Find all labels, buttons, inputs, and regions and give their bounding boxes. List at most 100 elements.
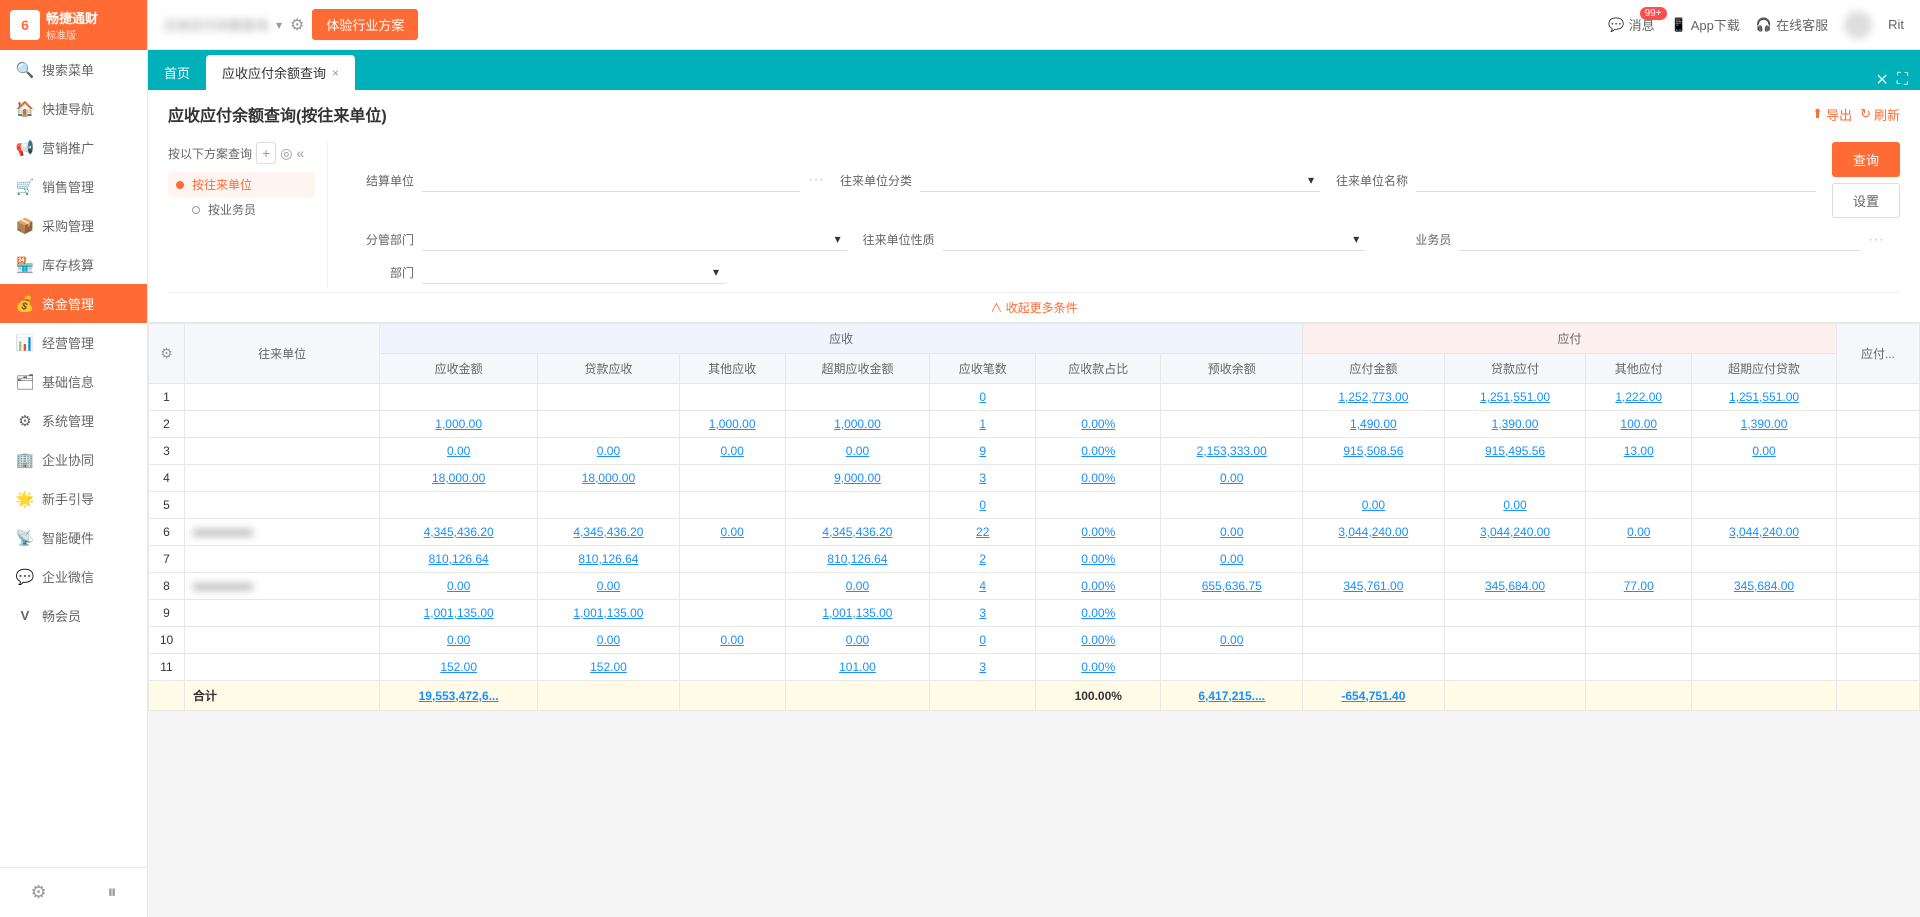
header-gear-icon[interactable]: ⚙ bbox=[290, 15, 304, 35]
query-button[interactable]: 查询 bbox=[1832, 142, 1900, 177]
col-ar-count-header: 应收笔数 bbox=[930, 354, 1036, 384]
sidebar-item-wechat[interactable]: 💬 企业微信 bbox=[0, 557, 147, 596]
col-ap-more-header: 应付... bbox=[1836, 324, 1919, 384]
sidebar-collapse-btn[interactable]: ⏸ bbox=[100, 878, 125, 907]
sidebar-item-hardware[interactable]: 📡 智能硬件 bbox=[0, 518, 147, 557]
tab-ar-ap[interactable]: 应收应付余额查询 × bbox=[206, 55, 355, 90]
logo-icon: 6 bbox=[10, 10, 40, 40]
table-row: 11152.00152.00101.0030.00% bbox=[149, 654, 1920, 681]
table-row: 21,000.001,000.001,000.0010.00%1,490.001… bbox=[149, 411, 1920, 438]
lailai-nature-label: 往来单位性质 bbox=[863, 231, 935, 248]
filter-collapse-icon[interactable]: « bbox=[296, 145, 304, 161]
col-ap-amount-header: 应付金额 bbox=[1303, 354, 1445, 384]
solution-button[interactable]: 体验行业方案 bbox=[312, 9, 418, 40]
total-ap-amount[interactable]: -654,751.40 bbox=[1303, 681, 1445, 711]
filter-settings-icon[interactable]: ◎ bbox=[280, 145, 292, 162]
sidebar-item-marketing[interactable]: 📢 营销推广 bbox=[0, 128, 147, 167]
col-settings-header[interactable]: ⚙ bbox=[149, 324, 185, 384]
sidebar-item-operations[interactable]: 📊 经营管理 bbox=[0, 323, 147, 362]
fenguan-select[interactable]: ▾ bbox=[422, 228, 847, 251]
tab-bar-close-icon[interactable]: ✕ bbox=[1875, 70, 1888, 90]
table-gear-icon[interactable]: ⚙ bbox=[160, 345, 173, 361]
table-container: ⚙ 往来单位 应收 应付 应付. bbox=[148, 323, 1920, 711]
tab-home[interactable]: 首页 bbox=[148, 55, 206, 90]
chevron-down-icon3: ▾ bbox=[1353, 232, 1359, 246]
page-title-row: 应收应付余额查询(按往来单位) ⬆ 导出 ↻ 刷新 bbox=[168, 102, 1900, 126]
table-row: 6xxxxxxxxxx4,345,436.204,345,436.200.004… bbox=[149, 519, 1920, 546]
filter-field-dept: 部门 ▾ bbox=[344, 261, 725, 284]
filter-more-conditions[interactable]: ∧ 收起更多条件 bbox=[168, 292, 1900, 322]
sidebar-label-hardware: 智能硬件 bbox=[42, 528, 94, 547]
sidebar-label-sales: 销售管理 bbox=[42, 177, 94, 196]
sidebar-item-inventory[interactable]: 🏪 库存核算 bbox=[0, 245, 147, 284]
app-name: 畅捷通财 bbox=[46, 8, 98, 27]
sidebar: 6 畅捷通财 标准版 🔍 搜索菜单 🏠 快捷导航 📢 营销推广 🛒 销售管理 📦… bbox=[0, 0, 148, 917]
tab-bar-right: ✕ ⛶ bbox=[1875, 70, 1920, 90]
lailai-name-input[interactable] bbox=[1416, 169, 1816, 192]
scheme-by-partner-label: 按往来单位 bbox=[192, 176, 252, 193]
sidebar-label-shortcut: 快捷导航 bbox=[42, 99, 94, 118]
sidebar-item-finance[interactable]: 💰 资金管理 bbox=[0, 284, 147, 323]
refresh-button[interactable]: ↻ 刷新 bbox=[1860, 105, 1900, 124]
sidebar-item-enterprise[interactable]: 🏢 企业协同 bbox=[0, 440, 147, 479]
sidebar-item-member[interactable]: V 畅会员 bbox=[0, 596, 147, 635]
sidebar-item-search[interactable]: 🔍 搜索菜单 bbox=[0, 50, 147, 89]
filter-more-label: 收起更多条件 bbox=[1006, 301, 1078, 315]
enterprise-icon: 🏢 bbox=[16, 451, 34, 469]
query-btn-group: 查询 设置 bbox=[1832, 142, 1900, 218]
total-prepay-balance[interactable]: 6,417,215.... bbox=[1161, 681, 1303, 711]
sidebar-item-basic[interactable]: 🗂 基础信息 bbox=[0, 362, 147, 401]
salesperson-dots[interactable]: ··· bbox=[1868, 231, 1884, 249]
download-button[interactable]: 📱 App下载 bbox=[1671, 15, 1740, 34]
lailai-category-select[interactable]: ▾ bbox=[920, 169, 1320, 192]
total-ar-amount[interactable]: 19,553,472,6... bbox=[380, 681, 538, 711]
header-dropdown-arrow[interactable]: ▾ bbox=[276, 18, 282, 32]
chevron-up-icon: ∧ bbox=[990, 301, 1002, 315]
sidebar-label-guide: 新手引导 bbox=[42, 489, 94, 508]
table-row: 418,000.0018,000.009,000.0030.00%0.00 bbox=[149, 465, 1920, 492]
export-button[interactable]: ⬆ 导出 bbox=[1812, 105, 1852, 124]
chevron-down-icon2: ▾ bbox=[835, 232, 841, 246]
table-row: 8xxxxxxxxxx0.000.000.0040.00%655,636.753… bbox=[149, 573, 1920, 600]
settings-button[interactable]: 设置 bbox=[1832, 183, 1900, 218]
jiesuan-input[interactable] bbox=[422, 169, 800, 192]
sidebar-item-system[interactable]: ⚙ 系统管理 bbox=[0, 401, 147, 440]
message-button[interactable]: 💬 消息 99+ bbox=[1608, 15, 1654, 34]
export-label: 导出 bbox=[1826, 105, 1852, 124]
page-content: 应收应付余额查询(按往来单位) ⬆ 导出 ↻ 刷新 bbox=[148, 90, 1920, 917]
lailai-category-label: 往来单位分类 bbox=[840, 172, 912, 189]
tab-close-icon[interactable]: × bbox=[332, 66, 339, 80]
message-badge: 99+ bbox=[1640, 7, 1667, 20]
download-label: App下载 bbox=[1691, 15, 1740, 34]
filter-field-lailai-nature: 往来单位性质 ▾ bbox=[863, 228, 1366, 251]
tab-bar-fullscreen-icon[interactable]: ⛶ bbox=[1897, 71, 1908, 89]
sidebar-gear-btn[interactable]: ⚙ bbox=[22, 878, 54, 907]
dept-select[interactable]: ▾ bbox=[422, 261, 725, 284]
col-group-yingshou-header: 应收 bbox=[380, 324, 1303, 354]
lailai-nature-select[interactable]: ▾ bbox=[943, 228, 1366, 251]
wechat-icon: 💬 bbox=[16, 568, 34, 586]
sidebar-label-search: 搜索菜单 bbox=[42, 60, 94, 79]
scheme-by-salesperson[interactable]: 按业务员 bbox=[168, 197, 315, 222]
sidebar-label-purchase: 采购管理 bbox=[42, 216, 94, 235]
filter-field-lailai-category: 往来单位分类 ▾ bbox=[840, 169, 1320, 192]
hardware-icon: 📡 bbox=[16, 529, 34, 547]
home-icon: 🏠 bbox=[16, 100, 34, 118]
refresh-label: 刷新 bbox=[1874, 105, 1900, 124]
message-icon: 💬 bbox=[1608, 17, 1624, 33]
sidebar-item-purchase[interactable]: 📦 采购管理 bbox=[0, 206, 147, 245]
sidebar-item-shortcut[interactable]: 🏠 快捷导航 bbox=[0, 89, 147, 128]
col-prepay-balance-header: 预收余额 bbox=[1161, 354, 1303, 384]
sidebar-label-basic: 基础信息 bbox=[42, 372, 94, 391]
filter-add-button[interactable]: + bbox=[256, 142, 276, 164]
service-button[interactable]: 🎧 在线客服 bbox=[1756, 15, 1828, 34]
sidebar-item-sales[interactable]: 🛒 销售管理 bbox=[0, 167, 147, 206]
jiesuan-dots[interactable]: ··· bbox=[808, 171, 824, 189]
purchase-icon: 📦 bbox=[16, 217, 34, 235]
filter-field-jiesuan: 结算单位 ··· bbox=[344, 169, 824, 192]
salesperson-input[interactable] bbox=[1459, 228, 1860, 251]
table-row: 100.000.000.000.0000.00%0.00 bbox=[149, 627, 1920, 654]
sidebar-item-guide[interactable]: 🌟 新手引导 bbox=[0, 479, 147, 518]
scheme-by-partner[interactable]: 按往来单位 bbox=[168, 172, 315, 197]
tabs-bar: 首页 应收应付余额查询 × ✕ ⛶ bbox=[148, 50, 1920, 90]
